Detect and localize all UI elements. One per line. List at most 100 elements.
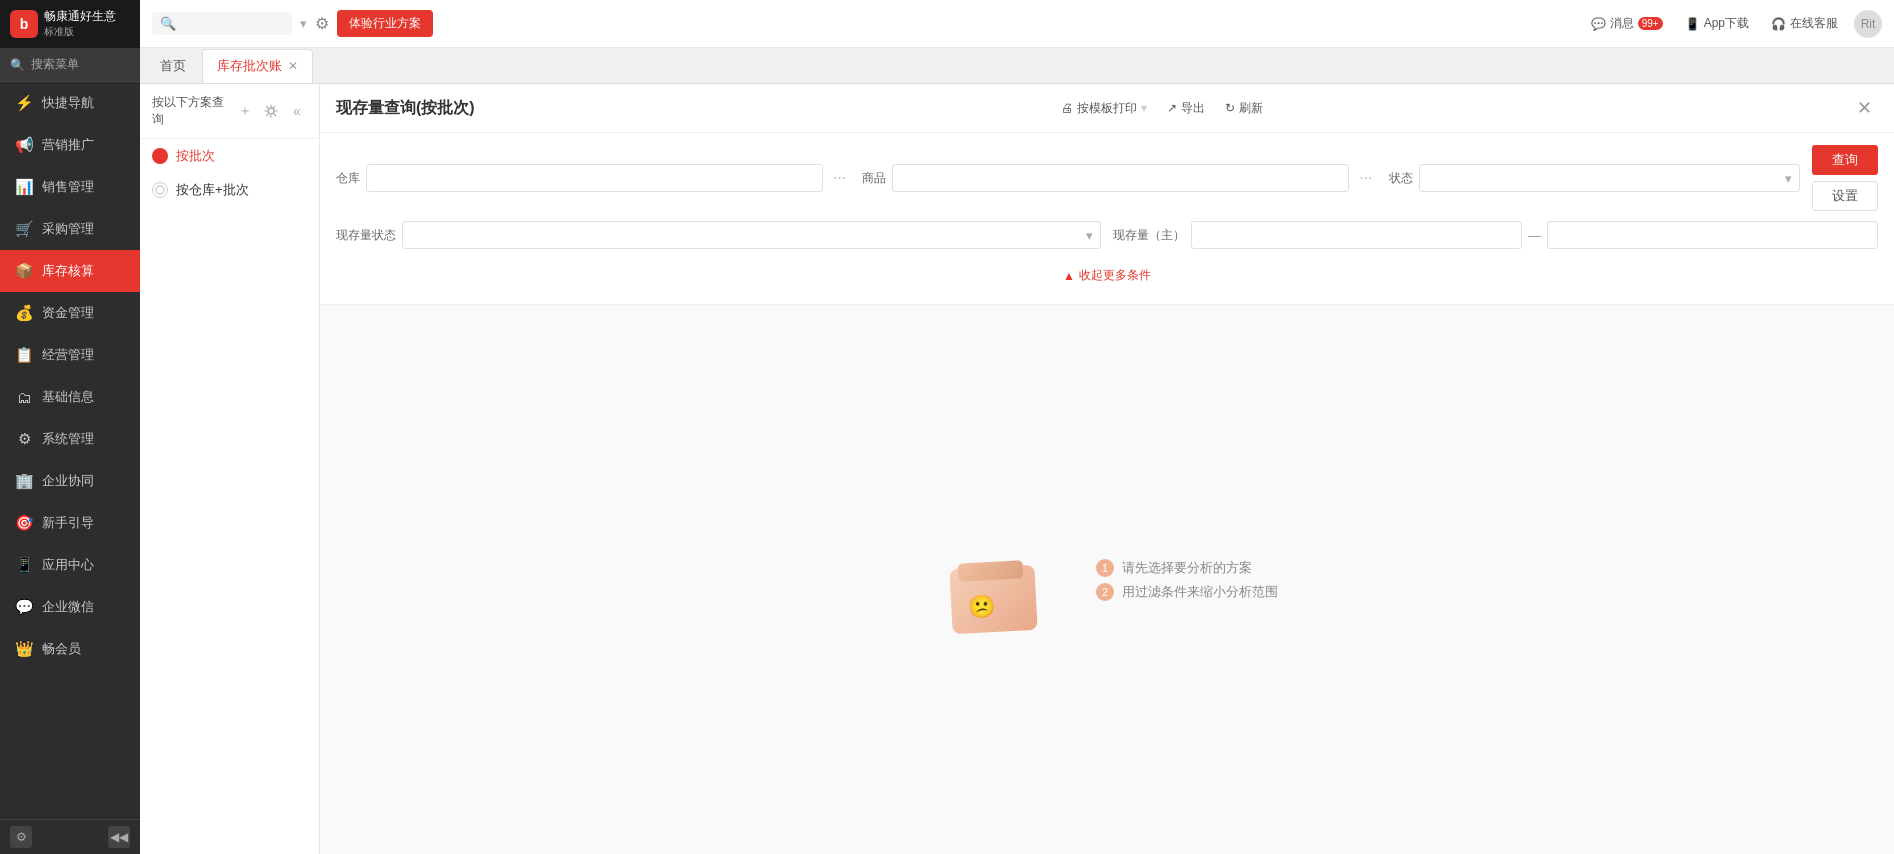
messages-btn[interactable]: 💬 消息 99+: [1585, 11, 1669, 36]
topbar-search-icon: 🔍: [160, 16, 176, 31]
empty-box-flap: [958, 560, 1024, 581]
sidebar-settings-btn[interactable]: ⚙: [10, 826, 32, 848]
warehouse-more-btn[interactable]: ···: [829, 169, 850, 187]
tab-inventory-batch[interactable]: 库存批次账 ✕: [202, 49, 313, 83]
stock-status-select-wrapper: [402, 221, 1101, 249]
stock-qty-filter: 现存量（主） —: [1113, 221, 1878, 249]
sidebar-item-enterprise[interactable]: 🏢 企业协同: [0, 460, 140, 502]
svg-point-2: [156, 186, 164, 194]
left-panel-title: 按以下方案查询: [152, 94, 235, 128]
online-service-btn[interactable]: 🎧 在线客服: [1765, 11, 1844, 36]
export-icon: ↗: [1167, 101, 1177, 115]
left-panel-header: 按以下方案查询 ＋ «: [140, 84, 319, 139]
warehouse-input[interactable]: [366, 164, 823, 192]
collapse-left-panel-btn[interactable]: «: [287, 101, 307, 121]
left-panel: 按以下方案查询 ＋ « 按批次: [140, 84, 320, 854]
query-btn[interactable]: 查询: [1812, 145, 1878, 175]
finance-icon: 💰: [14, 303, 34, 323]
member-icon: 👑: [14, 639, 34, 659]
stock-qty-dash: —: [1528, 228, 1541, 243]
sidebar-item-label: 采购管理: [42, 220, 94, 238]
empty-tip-2: 2 用过滤条件来缩小分析范围: [1096, 583, 1278, 601]
sidebar-item-system[interactable]: ⚙ 系统管理: [0, 418, 140, 460]
sidebar-item-label: 企业微信: [42, 598, 94, 616]
status-filter: 状态: [1389, 164, 1800, 192]
filter-settings-btn[interactable]: 设置: [1812, 181, 1878, 211]
app-download-icon: 📱: [1685, 17, 1700, 31]
scheme-inactive-dot: [152, 182, 168, 198]
topbar-settings-btn[interactable]: ⚙: [315, 14, 329, 33]
tab-home[interactable]: 首页: [146, 49, 200, 83]
topbar-search-input[interactable]: [180, 17, 260, 31]
sidebar-collapse-btn[interactable]: ◀◀: [108, 826, 130, 848]
print-btn[interactable]: 🖨 按模板打印 ▾: [1055, 96, 1153, 121]
user-name: Rit: [1861, 17, 1876, 31]
print-dropdown-icon[interactable]: ▾: [1141, 101, 1147, 115]
sidebar-item-member[interactable]: 👑 畅会员: [0, 628, 140, 670]
user-avatar[interactable]: Rit: [1854, 10, 1882, 38]
experience-btn[interactable]: 体验行业方案: [337, 10, 433, 37]
topbar-search-box[interactable]: 🔍: [152, 12, 292, 35]
add-scheme-btn[interactable]: ＋: [235, 101, 255, 121]
service-icon: 🎧: [1771, 17, 1786, 31]
left-panel-header-icons: ＋ «: [235, 101, 307, 121]
topbar-actions: 💬 消息 99+ 📱 App下载 🎧 在线客服 Rit: [1585, 10, 1882, 38]
right-panel: 现存量查询(按批次) 🖨 按模板打印 ▾ ↗ 导出 ↻ 刷新: [320, 84, 1894, 854]
search-icon: 🔍: [10, 58, 25, 72]
sidebar-item-marketing[interactable]: 📢 营销推广: [0, 124, 140, 166]
refresh-icon: ↻: [1225, 101, 1235, 115]
sidebar-item-label: 企业协同: [42, 472, 94, 490]
collapse-more-label: 收起更多条件: [1079, 267, 1151, 284]
stock-qty-min-input[interactable]: [1191, 221, 1522, 249]
sidebar-nav: ⚡ 快捷导航 📢 营销推广 📊 销售管理 🛒 采购管理 📦 库存核算 💰 资金管…: [0, 82, 140, 819]
inventory-icon: 📦: [14, 261, 34, 281]
print-label: 按模板打印: [1077, 100, 1137, 117]
refresh-btn[interactable]: ↻ 刷新: [1219, 96, 1269, 121]
sidebar-item-newbie[interactable]: 🎯 新手引导: [0, 502, 140, 544]
sidebar-item-label: 应用中心: [42, 556, 94, 574]
sidebar-item-operation[interactable]: 📋 经营管理: [0, 334, 140, 376]
company-name: 畅康通好生意: [44, 9, 116, 25]
scheme-item-batch[interactable]: 按批次: [140, 139, 319, 173]
sidebar-item-basic[interactable]: 🗂 基础信息: [0, 376, 140, 418]
stock-qty-max-input[interactable]: [1547, 221, 1878, 249]
export-btn[interactable]: ↗ 导出: [1161, 96, 1211, 121]
sidebar-item-label: 经营管理: [42, 346, 94, 364]
sidebar-item-label: 基础信息: [42, 388, 94, 406]
sidebar-item-app-center[interactable]: 📱 应用中心: [0, 544, 140, 586]
stock-status-filter: 现存量状态: [336, 221, 1101, 249]
page-title: 现存量查询(按批次): [336, 98, 475, 119]
scheme-batch-label: 按批次: [176, 147, 215, 165]
tab-close-btn[interactable]: ✕: [288, 59, 298, 73]
status-select-wrapper: [1419, 164, 1800, 192]
sidebar-item-label: 库存核算: [42, 262, 94, 280]
product-more-btn[interactable]: ···: [1355, 169, 1376, 187]
app-info: 畅康通好生意 标准版: [44, 9, 116, 39]
warehouse-label: 仓库: [336, 170, 360, 187]
scheme-settings-btn[interactable]: [261, 101, 281, 121]
sidebar-item-quick-nav[interactable]: ⚡ 快捷导航: [0, 82, 140, 124]
scheme-item-warehouse-batch[interactable]: 按仓库+批次: [140, 173, 319, 207]
scheme-active-dot: [152, 148, 168, 164]
sidebar-item-sales[interactable]: 📊 销售管理: [0, 166, 140, 208]
topbar-dropdown-icon[interactable]: ▾: [300, 16, 307, 31]
system-icon: ⚙: [14, 429, 34, 449]
operation-icon: 📋: [14, 345, 34, 365]
sidebar-item-purchase[interactable]: 🛒 采购管理: [0, 208, 140, 250]
empty-state: 😕 1 请先选择要分析的方案 2 用过滤条件来缩小分析范围: [320, 305, 1894, 854]
stock-status-select[interactable]: [402, 221, 1101, 249]
empty-tip-1: 1 请先选择要分析的方案: [1096, 559, 1278, 577]
collapse-more-btn[interactable]: ▲ 收起更多条件: [336, 259, 1878, 292]
sidebar: b 畅康通好生意 标准版 🔍 搜索菜单 ⚡ 快捷导航 📢 营销推广 📊 销售管理…: [0, 0, 140, 854]
sidebar-item-finance[interactable]: 💰 资金管理: [0, 292, 140, 334]
sidebar-item-label: 营销推广: [42, 136, 94, 154]
app-download-btn[interactable]: 📱 App下载: [1679, 11, 1755, 36]
sidebar-item-weixin[interactable]: 💬 企业微信: [0, 586, 140, 628]
product-input[interactable]: [892, 164, 1349, 192]
sidebar-item-inventory[interactable]: 📦 库存核算: [0, 250, 140, 292]
status-select[interactable]: [1419, 164, 1800, 192]
tip-2-text: 用过滤条件来缩小分析范围: [1122, 583, 1278, 601]
close-panel-btn[interactable]: ✕: [1850, 94, 1878, 122]
tab-bar: 首页 库存批次账 ✕: [140, 48, 1894, 84]
sidebar-search[interactable]: 🔍 搜索菜单: [0, 48, 140, 82]
